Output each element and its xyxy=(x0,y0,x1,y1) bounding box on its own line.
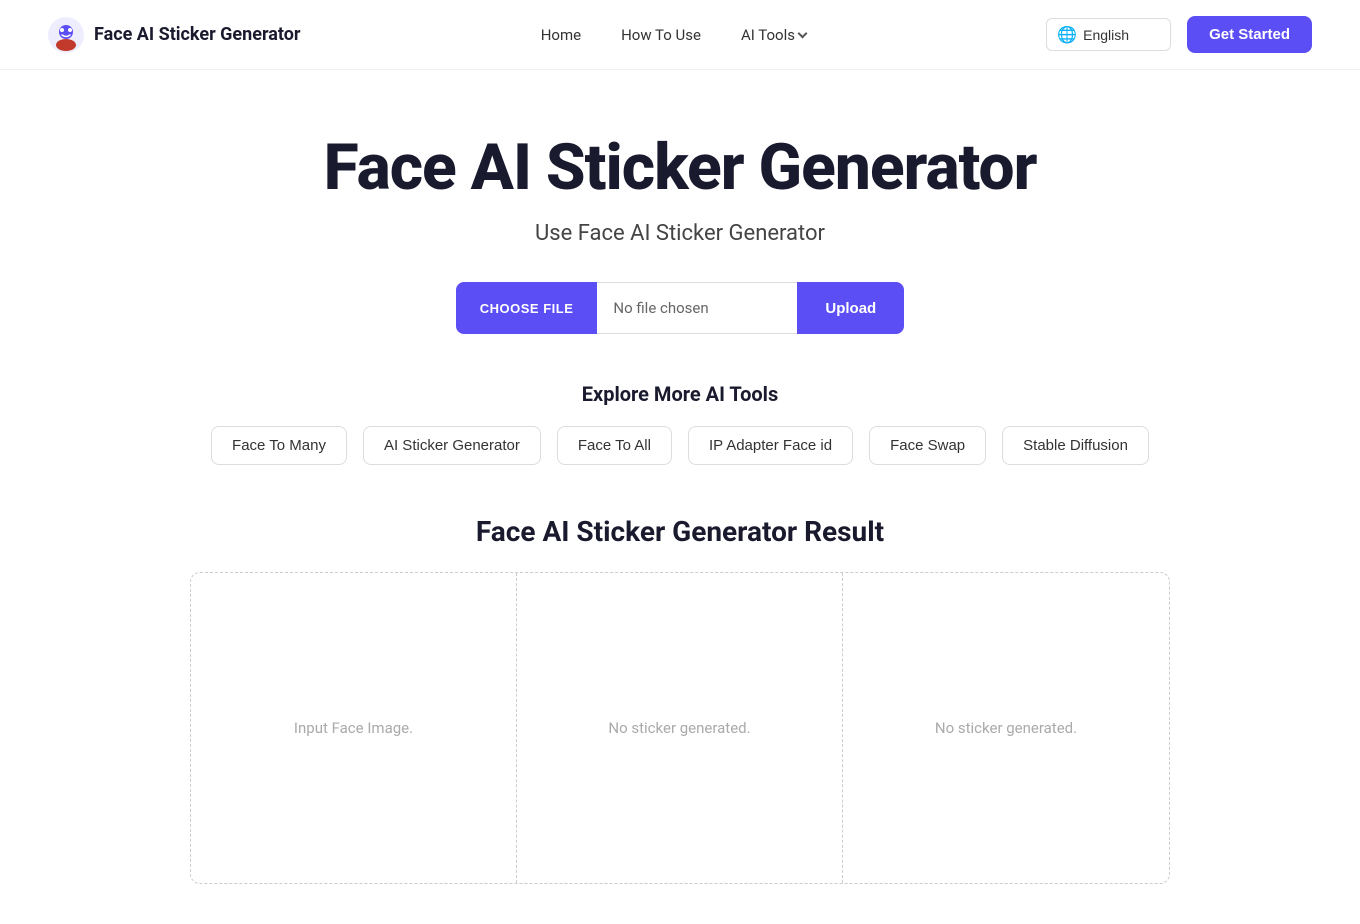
nav-links: Home How To Use AI Tools xyxy=(541,26,806,44)
upload-section: CHOOSE FILE No file chosen Upload xyxy=(456,282,904,334)
result-panel-2-label: No sticker generated. xyxy=(608,719,750,737)
result-panel-3: No sticker generated. xyxy=(843,573,1169,883)
tool-face-to-many[interactable]: Face To Many xyxy=(211,426,347,465)
nav-home[interactable]: Home xyxy=(541,26,581,44)
site-name: Face AI Sticker Generator xyxy=(94,24,301,45)
nav-ai-tools-label: AI Tools xyxy=(741,26,795,44)
language-selector[interactable]: 🌐 English Spanish French German Chinese … xyxy=(1046,18,1171,51)
tool-face-swap[interactable]: Face Swap xyxy=(869,426,986,465)
logo-icon xyxy=(48,17,84,53)
tool-stable-diffusion[interactable]: Stable Diffusion xyxy=(1002,426,1149,465)
brand-section: Face AI Sticker Generator xyxy=(48,17,301,53)
page-title: Face AI Sticker Generator xyxy=(324,130,1037,205)
page-subtitle: Use Face AI Sticker Generator xyxy=(535,221,825,246)
tool-face-to-all[interactable]: Face To All xyxy=(557,426,672,465)
result-panel-2: No sticker generated. xyxy=(517,573,843,883)
choose-file-button[interactable]: CHOOSE FILE xyxy=(456,282,598,334)
main-content: Face AI Sticker Generator Use Face AI St… xyxy=(0,70,1360,924)
result-panel-3-label: No sticker generated. xyxy=(935,719,1077,737)
tool-ai-sticker-generator[interactable]: AI Sticker Generator xyxy=(363,426,541,465)
explore-title: Explore More AI Tools xyxy=(582,382,778,406)
nav-right-section: 🌐 English Spanish French German Chinese … xyxy=(1046,16,1312,53)
get-started-button[interactable]: Get Started xyxy=(1187,16,1312,53)
result-title: Face AI Sticker Generator Result xyxy=(476,515,884,548)
result-panel-1-label: Input Face Image. xyxy=(294,719,413,737)
language-dropdown[interactable]: English Spanish French German Chinese Ja… xyxy=(1083,27,1160,43)
navbar: Face AI Sticker Generator Home How To Us… xyxy=(0,0,1360,70)
nav-how-to-use[interactable]: How To Use xyxy=(621,26,701,44)
tool-ip-adapter[interactable]: IP Adapter Face id xyxy=(688,426,853,465)
globe-icon: 🌐 xyxy=(1057,25,1077,44)
tools-list: Face To Many AI Sticker Generator Face T… xyxy=(211,426,1149,465)
chevron-down-icon xyxy=(798,29,808,39)
result-grid: Input Face Image. No sticker generated. … xyxy=(190,572,1170,884)
nav-ai-tools[interactable]: AI Tools xyxy=(741,26,806,44)
file-name-display: No file chosen xyxy=(597,282,797,334)
result-panel-1: Input Face Image. xyxy=(191,573,517,883)
upload-button[interactable]: Upload xyxy=(797,282,904,334)
